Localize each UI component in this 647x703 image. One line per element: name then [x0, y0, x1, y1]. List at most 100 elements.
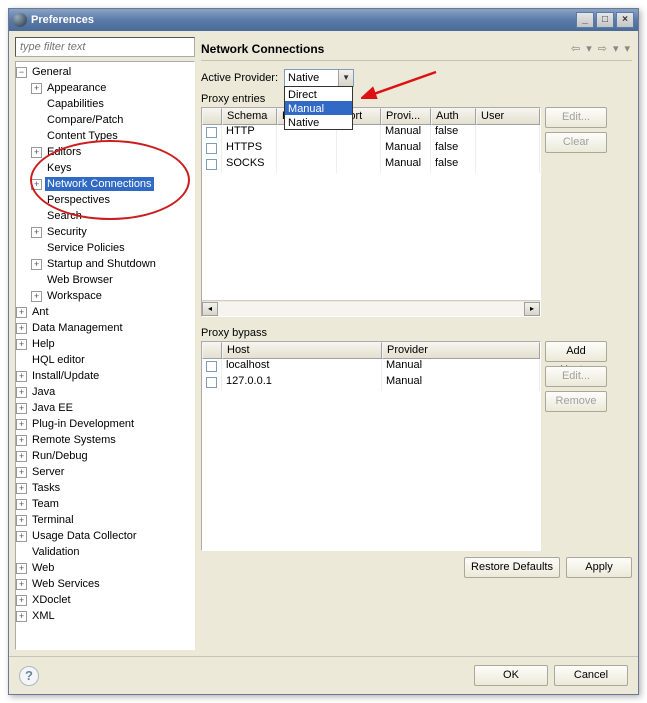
twisty-icon[interactable]: +: [16, 515, 27, 526]
tree-item-tasks[interactable]: +Tasks: [16, 480, 194, 496]
twisty-icon[interactable]: +: [16, 339, 27, 350]
tree-item-search[interactable]: Search: [31, 208, 194, 224]
twisty-icon[interactable]: +: [16, 307, 27, 318]
col-checkbox[interactable]: [202, 108, 222, 125]
col-checkbox[interactable]: [202, 342, 222, 359]
twisty-icon[interactable]: +: [31, 83, 42, 94]
tree-item-general[interactable]: − General: [16, 64, 194, 80]
twisty-icon[interactable]: +: [31, 147, 42, 158]
col-host[interactable]: Host: [222, 342, 382, 359]
tree-item-xml[interactable]: +XML: [16, 608, 194, 624]
tree-item-content-types[interactable]: Content Types: [31, 128, 194, 144]
entries-edit-button[interactable]: Edit...: [545, 107, 607, 128]
provider-option-direct[interactable]: Direct: [285, 87, 352, 101]
tree-item-data-management[interactable]: +Data Management: [16, 320, 194, 336]
twisty-icon[interactable]: +: [16, 467, 27, 478]
tree-item-capabilities[interactable]: Capabilities: [31, 96, 194, 112]
provider-option-manual[interactable]: Manual: [285, 101, 352, 115]
nav-forward-menu-icon[interactable]: ▾: [611, 42, 621, 55]
proxy-bypass-table[interactable]: Host Provider localhost Manual 127.0.0.1: [201, 341, 541, 551]
twisty-icon[interactable]: +: [16, 579, 27, 590]
restore-defaults-button[interactable]: Restore Defaults: [464, 557, 560, 578]
proxy-entries-table[interactable]: Schema Host Port Provi... Auth User HTTP: [201, 107, 541, 317]
tree-item-usage-data[interactable]: +Usage Data Collector: [16, 528, 194, 544]
provider-dropdown[interactable]: Direct Manual Native: [284, 86, 353, 130]
nav-forward-icon[interactable]: ⇨: [596, 42, 609, 55]
horizontal-scrollbar[interactable]: ◂ ▸: [202, 300, 540, 316]
tree-item-network-connections[interactable]: +Network Connections: [31, 176, 194, 192]
provider-option-native[interactable]: Native: [285, 115, 352, 129]
tree-item-server[interactable]: +Server: [16, 464, 194, 480]
twisty-icon[interactable]: +: [31, 227, 42, 238]
col-schema[interactable]: Schema: [222, 108, 277, 125]
twisty-icon[interactable]: +: [31, 291, 42, 302]
nav-back-menu-icon[interactable]: ▾: [584, 42, 594, 55]
maximize-button[interactable]: □: [596, 12, 614, 28]
twisty-icon[interactable]: +: [16, 387, 27, 398]
twisty-icon[interactable]: +: [31, 259, 42, 270]
table-row[interactable]: HTTP Manual false: [202, 125, 540, 141]
col-provider[interactable]: Provi...: [381, 108, 431, 125]
tree-item-xdoclet[interactable]: +XDoclet: [16, 592, 194, 608]
twisty-icon[interactable]: +: [16, 595, 27, 606]
active-provider-combo[interactable]: Native ▼: [284, 69, 354, 87]
twisty-icon[interactable]: +: [16, 323, 27, 334]
tree-item-web-services[interactable]: +Web Services: [16, 576, 194, 592]
filter-input[interactable]: [15, 37, 195, 57]
tree-item-workspace[interactable]: +Workspace: [31, 288, 194, 304]
ok-button[interactable]: OK: [474, 665, 548, 686]
tree-item-validation[interactable]: Validation: [16, 544, 194, 560]
entries-clear-button[interactable]: Clear: [545, 132, 607, 153]
twisty-icon[interactable]: +: [16, 531, 27, 542]
tree-item-web-browser[interactable]: Web Browser: [31, 272, 194, 288]
twisty-icon[interactable]: +: [16, 371, 27, 382]
tree-item-plugin-dev[interactable]: +Plug-in Development: [16, 416, 194, 432]
col-provider[interactable]: Provider: [382, 342, 540, 359]
tree-item-service-policies[interactable]: Service Policies: [31, 240, 194, 256]
row-checkbox[interactable]: [206, 377, 217, 388]
twisty-icon[interactable]: +: [31, 179, 42, 190]
table-row[interactable]: localhost Manual: [202, 359, 540, 375]
tree-item-security[interactable]: +Security: [31, 224, 194, 240]
twisty-icon[interactable]: +: [16, 483, 27, 494]
apply-button[interactable]: Apply: [566, 557, 632, 578]
twisty-icon[interactable]: +: [16, 563, 27, 574]
tree-item-help[interactable]: +Help: [16, 336, 194, 352]
tree-item-team[interactable]: +Team: [16, 496, 194, 512]
row-checkbox[interactable]: [206, 127, 217, 138]
tree-item-java[interactable]: +Java: [16, 384, 194, 400]
tree-item-terminal[interactable]: +Terminal: [16, 512, 194, 528]
bypass-edit-button[interactable]: Edit...: [545, 366, 607, 387]
tree-item-hql[interactable]: HQL editor: [16, 352, 194, 368]
table-row[interactable]: HTTPS Manual false: [202, 141, 540, 157]
chevron-down-icon[interactable]: ▼: [338, 70, 353, 86]
tree-item-web[interactable]: +Web: [16, 560, 194, 576]
twisty-icon[interactable]: +: [16, 403, 27, 414]
row-checkbox[interactable]: [206, 143, 217, 154]
bypass-remove-button[interactable]: Remove: [545, 391, 607, 412]
col-auth[interactable]: Auth: [431, 108, 476, 125]
table-row[interactable]: SOCKS Manual false: [202, 157, 540, 173]
tree-item-remote-systems[interactable]: +Remote Systems: [16, 432, 194, 448]
tree-item-editors[interactable]: +Editors: [31, 144, 194, 160]
tree-item-ant[interactable]: +Ant: [16, 304, 194, 320]
tree-item-install-update[interactable]: +Install/Update: [16, 368, 194, 384]
col-user[interactable]: User: [476, 108, 540, 125]
tree-item-compare[interactable]: Compare/Patch: [31, 112, 194, 128]
twisty-icon[interactable]: +: [16, 419, 27, 430]
tree-item-startup[interactable]: +Startup and Shutdown: [31, 256, 194, 272]
preferences-tree[interactable]: − General +Appearance Capabilities Compa…: [15, 61, 195, 650]
tree-item-appearance[interactable]: +Appearance: [31, 80, 194, 96]
tree-item-javaee[interactable]: +Java EE: [16, 400, 194, 416]
bypass-add-host-button[interactable]: Add Host...: [545, 341, 607, 362]
nav-back-icon[interactable]: ⇦: [569, 42, 582, 55]
twisty-icon[interactable]: +: [16, 451, 27, 462]
minimize-button[interactable]: _: [576, 12, 594, 28]
row-checkbox[interactable]: [206, 361, 217, 372]
row-checkbox[interactable]: [206, 159, 217, 170]
scroll-left-icon[interactable]: ◂: [202, 302, 218, 316]
tree-item-run-debug[interactable]: +Run/Debug: [16, 448, 194, 464]
help-icon[interactable]: ?: [19, 666, 39, 686]
twisty-icon[interactable]: +: [16, 435, 27, 446]
table-row[interactable]: 127.0.0.1 Manual: [202, 375, 540, 391]
